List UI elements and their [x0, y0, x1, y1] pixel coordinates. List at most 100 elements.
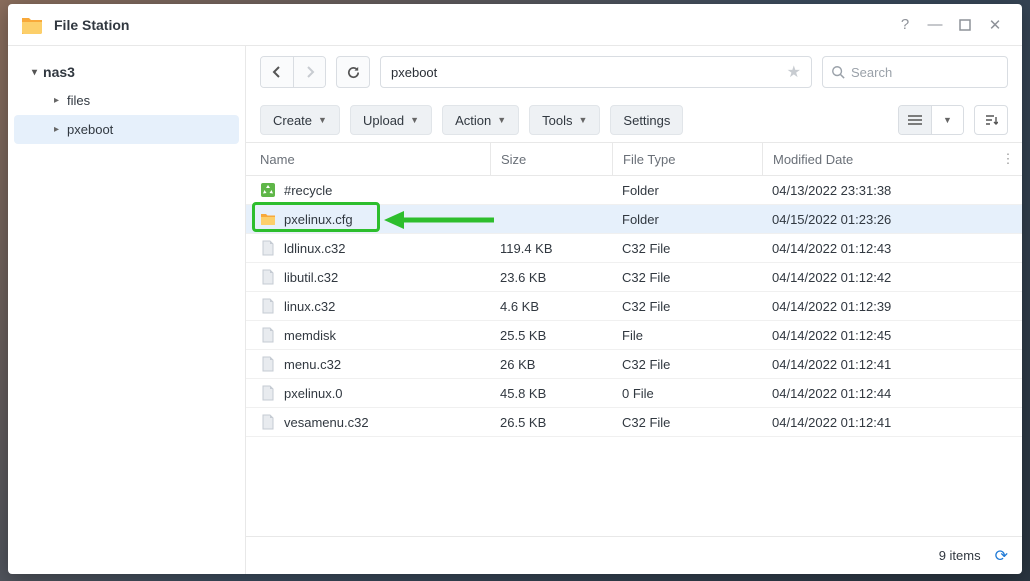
- close-button[interactable]: ✕: [980, 10, 1010, 40]
- file-type: C32 File: [612, 415, 762, 430]
- app-icon: [20, 13, 44, 37]
- file-name: memdisk: [284, 328, 336, 343]
- list-icon: [908, 114, 922, 126]
- chevron-down-icon: ▼: [410, 115, 419, 125]
- file-name: #recycle: [284, 183, 332, 198]
- folder-icon: [260, 211, 276, 227]
- table-row[interactable]: ldlinux.c32119.4 KBC32 File04/14/2022 01…: [246, 234, 1022, 263]
- file-modified: 04/14/2022 01:12:44: [762, 386, 1022, 401]
- sidebar-item-label: files: [67, 93, 90, 108]
- reload-button[interactable]: ⟳: [995, 546, 1008, 566]
- tree-root[interactable]: nas3: [8, 58, 245, 86]
- item-count: 9 items: [939, 548, 981, 563]
- file-modified: 04/14/2022 01:12:45: [762, 328, 1022, 343]
- file-type: 0 File: [612, 386, 762, 401]
- view-mode-group: ▼: [898, 105, 964, 135]
- file-name: pxelinux.0: [284, 386, 343, 401]
- table-row[interactable]: libutil.c3223.6 KBC32 File04/14/2022 01:…: [246, 263, 1022, 292]
- sidebar: nas3 files pxeboot: [8, 46, 246, 574]
- file-name: vesamenu.c32: [284, 415, 369, 430]
- settings-button[interactable]: Settings: [610, 105, 683, 135]
- search-box[interactable]: [822, 56, 1008, 88]
- file-icon: [260, 327, 276, 343]
- file-type: C32 File: [612, 357, 762, 372]
- tree-root-label: nas3: [43, 64, 75, 80]
- column-type[interactable]: File Type: [612, 143, 762, 175]
- refresh-button[interactable]: [336, 56, 370, 88]
- file-type: File: [612, 328, 762, 343]
- file-icon: [260, 385, 276, 401]
- file-name: linux.c32: [284, 299, 335, 314]
- table-row[interactable]: memdisk 25.5 KBFile04/14/2022 01:12:45: [246, 321, 1022, 350]
- table-row[interactable]: pxelinux.cfgFolder04/15/2022 01:23:26: [246, 205, 1022, 234]
- file-type: C32 File: [612, 241, 762, 256]
- sidebar-item-files[interactable]: files: [14, 86, 239, 115]
- file-size: 23.6 KB: [490, 270, 612, 285]
- file-name: pxelinux.cfg: [284, 212, 353, 227]
- maximize-button[interactable]: [950, 10, 980, 40]
- recycle-icon: [260, 182, 276, 198]
- nav-toolbar: pxeboot ★: [246, 46, 1022, 98]
- file-name: ldlinux.c32: [284, 241, 345, 256]
- column-name[interactable]: Name: [246, 152, 490, 167]
- file-size: 45.8 KB: [490, 386, 612, 401]
- titlebar: File Station ? — ✕: [8, 4, 1022, 46]
- nav-group: [260, 56, 326, 88]
- window-title: File Station: [54, 17, 890, 33]
- chevron-down-icon: ▼: [318, 115, 327, 125]
- file-modified: 04/15/2022 01:23:26: [762, 212, 1022, 227]
- file-modified: 04/13/2022 23:31:38: [762, 183, 1022, 198]
- minimize-button[interactable]: —: [920, 10, 950, 40]
- tools-button[interactable]: Tools▼: [529, 105, 600, 135]
- table-row[interactable]: menu.c32 26 KBC32 File04/14/2022 01:12:41: [246, 350, 1022, 379]
- column-size[interactable]: Size: [490, 143, 612, 175]
- path-input[interactable]: pxeboot ★: [380, 56, 812, 88]
- column-modified[interactable]: Modified Date: [762, 143, 994, 175]
- file-icon: [260, 298, 276, 314]
- table-row[interactable]: linux.c32 4.6 KBC32 File04/14/2022 01:12:…: [246, 292, 1022, 321]
- chevron-down-icon: ▼: [943, 115, 952, 125]
- forward-button[interactable]: [293, 57, 325, 87]
- action-button[interactable]: Action▼: [442, 105, 519, 135]
- file-modified: 04/14/2022 01:12:41: [762, 415, 1022, 430]
- chevron-down-icon: ▼: [497, 115, 506, 125]
- file-size: 4.6 KB: [490, 299, 612, 314]
- path-text: pxeboot: [391, 65, 437, 80]
- file-icon: [260, 240, 276, 256]
- list-view-button[interactable]: [899, 106, 931, 134]
- file-icon: [260, 414, 276, 430]
- table-row[interactable]: vesamenu.c32 26.5 KBC32 File04/14/2022 01…: [246, 408, 1022, 437]
- view-dropdown-button[interactable]: ▼: [931, 106, 963, 134]
- file-station-window: File Station ? — ✕ nas3 files pxeboot pxe…: [8, 4, 1022, 574]
- file-name: menu.c32: [284, 357, 341, 372]
- main-panel: pxeboot ★ Create▼ Upload▼ Action▼ Tools▼…: [246, 46, 1022, 574]
- favorite-icon[interactable]: ★: [787, 62, 801, 82]
- table-row[interactable]: #recycle Folder04/13/2022 23:31:38: [246, 176, 1022, 205]
- help-button[interactable]: ?: [890, 10, 920, 40]
- file-size: 119.4 KB: [490, 241, 612, 256]
- chevron-down-icon: ▼: [579, 115, 588, 125]
- search-input[interactable]: [851, 65, 999, 80]
- file-size: 26 KB: [490, 357, 612, 372]
- table-header: Name Size File Type Modified Date ⋮: [246, 142, 1022, 176]
- file-type: C32 File: [612, 270, 762, 285]
- action-toolbar: Create▼ Upload▼ Action▼ Tools▼ Settings …: [246, 98, 1022, 142]
- file-type: Folder: [612, 183, 762, 198]
- file-modified: 04/14/2022 01:12:41: [762, 357, 1022, 372]
- status-bar: 9 items ⟳: [246, 536, 1022, 574]
- sidebar-item-pxeboot[interactable]: pxeboot: [14, 115, 239, 144]
- back-button[interactable]: [261, 57, 293, 87]
- create-button[interactable]: Create▼: [260, 105, 340, 135]
- column-menu[interactable]: ⋮: [994, 151, 1022, 167]
- search-icon: [831, 65, 845, 79]
- sort-button[interactable]: [974, 105, 1008, 135]
- upload-button[interactable]: Upload▼: [350, 105, 432, 135]
- file-modified: 04/14/2022 01:12:39: [762, 299, 1022, 314]
- window-body: nas3 files pxeboot pxeboot ★: [8, 46, 1022, 574]
- file-type: C32 File: [612, 299, 762, 314]
- file-list[interactable]: #recycle Folder04/13/2022 23:31:38 pxelinu…: [246, 176, 1022, 536]
- file-size: 26.5 KB: [490, 415, 612, 430]
- file-modified: 04/14/2022 01:12:42: [762, 270, 1022, 285]
- table-row[interactable]: pxelinux.0 45.8 KB0 File04/14/2022 01:12:…: [246, 379, 1022, 408]
- file-size: 25.5 KB: [490, 328, 612, 343]
